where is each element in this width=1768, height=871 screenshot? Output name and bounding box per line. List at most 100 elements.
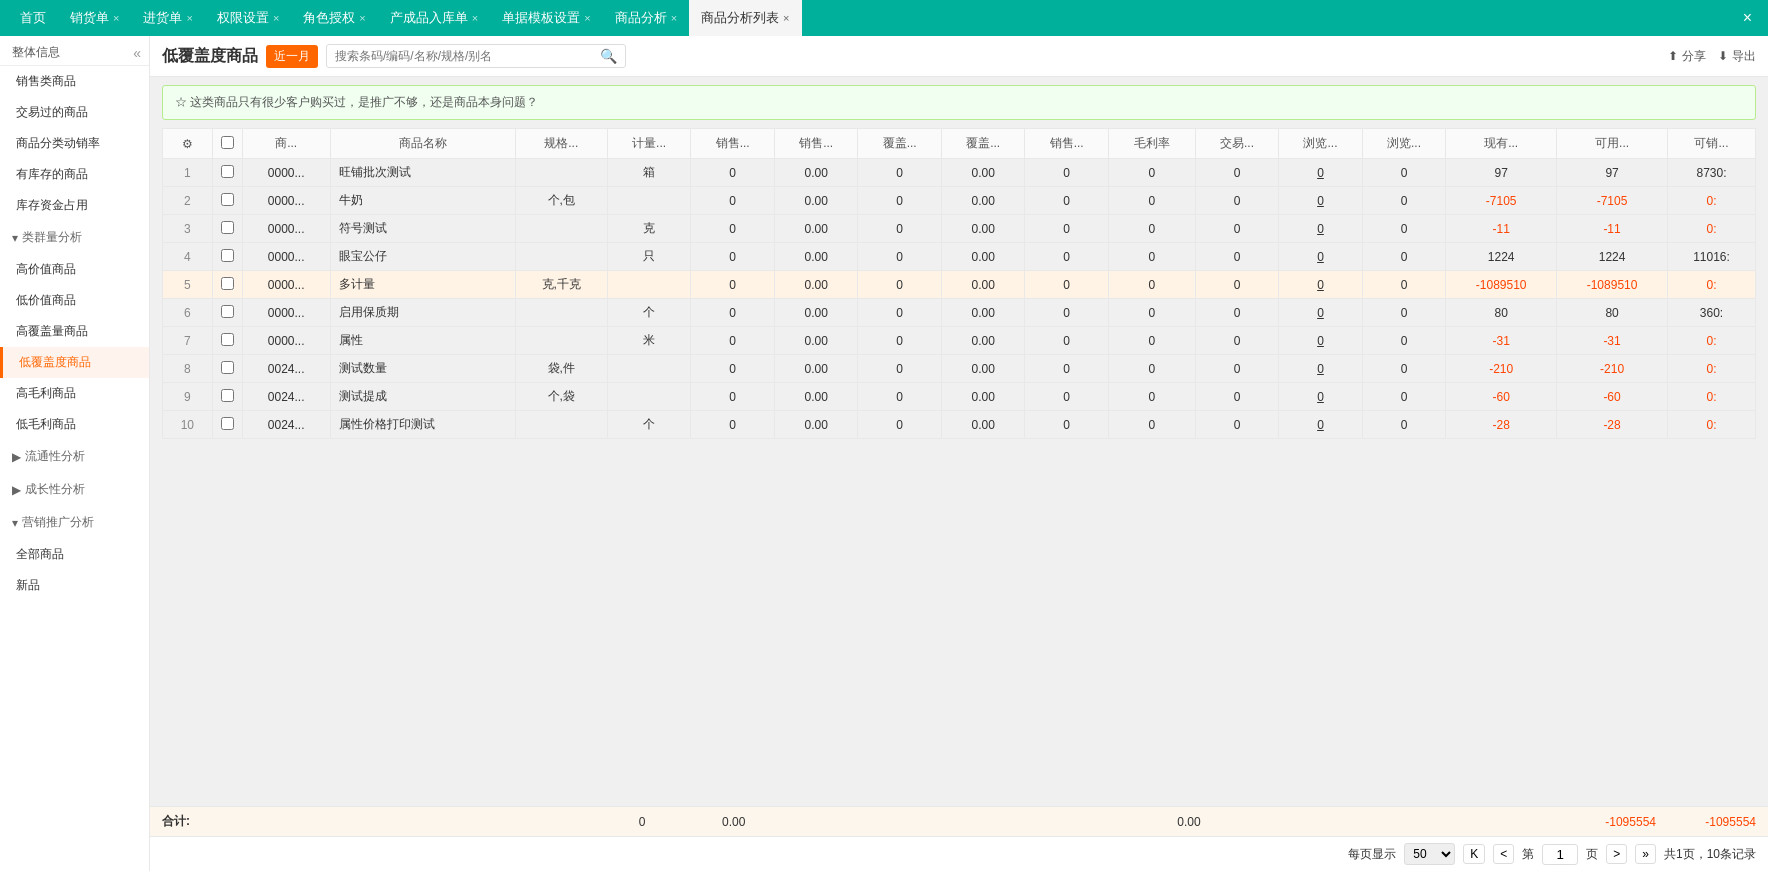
col-avail[interactable]: 可用...: [1557, 129, 1668, 159]
period-button[interactable]: 近一月: [266, 45, 318, 68]
row-select-checkbox[interactable]: [221, 305, 234, 318]
nav-close-permission[interactable]: ×: [273, 0, 279, 36]
nav-close-sales[interactable]: ×: [113, 0, 119, 36]
row-name[interactable]: 多计量: [330, 271, 515, 299]
row-browse1[interactable]: 0: [1279, 215, 1363, 243]
row-select-checkbox[interactable]: [221, 193, 234, 206]
row-select-checkbox[interactable]: [221, 165, 234, 178]
col-cover1[interactable]: 覆盖...: [858, 129, 942, 159]
row-select-checkbox[interactable]: [221, 221, 234, 234]
row-name[interactable]: 眼宝公仔: [330, 243, 515, 271]
nav-product-analysis[interactable]: 商品分析 ×: [603, 0, 689, 36]
row-select-checkbox[interactable]: [221, 361, 234, 374]
col-current[interactable]: 现有...: [1446, 129, 1557, 159]
row-select-checkbox[interactable]: [221, 249, 234, 262]
row-name[interactable]: 测试提成: [330, 383, 515, 411]
row-select-checkbox[interactable]: [221, 417, 234, 430]
row-checkbox[interactable]: [212, 327, 242, 355]
row-browse1[interactable]: 0: [1279, 411, 1363, 439]
sidebar-item-sales-goods[interactable]: 销售类商品: [0, 66, 149, 97]
sidebar-group-cluster[interactable]: ▾ 类群量分析: [0, 221, 149, 254]
col-cover2[interactable]: 覆盖...: [941, 129, 1025, 159]
row-checkbox[interactable]: [212, 215, 242, 243]
row-browse1[interactable]: 0: [1279, 271, 1363, 299]
row-checkbox[interactable]: [212, 271, 242, 299]
row-browse1[interactable]: 0: [1279, 299, 1363, 327]
nav-close-analysis[interactable]: ×: [671, 0, 677, 36]
current-page-input[interactable]: [1542, 844, 1578, 865]
nav-product-analysis-list[interactable]: 商品分析列表 ×: [689, 0, 801, 36]
row-checkbox[interactable]: [212, 299, 242, 327]
row-browse1[interactable]: 0: [1279, 187, 1363, 215]
sidebar-item-high-profit[interactable]: 高毛利商品: [0, 378, 149, 409]
row-checkbox[interactable]: [212, 355, 242, 383]
select-all-checkbox[interactable]: [221, 136, 234, 149]
row-name[interactable]: 符号测试: [330, 215, 515, 243]
sidebar-group-growth[interactable]: ▶ 成长性分析: [0, 473, 149, 506]
export-button[interactable]: ⬇ 导出: [1718, 48, 1756, 65]
nav-home[interactable]: 首页: [8, 0, 58, 36]
first-page-button[interactable]: K: [1463, 844, 1485, 864]
nav-close-template[interactable]: ×: [584, 0, 590, 36]
nav-close-purchase[interactable]: ×: [186, 0, 192, 36]
row-checkbox[interactable]: [212, 243, 242, 271]
col-sellable[interactable]: 可销...: [1667, 129, 1755, 159]
nav-role-auth[interactable]: 角色授权 ×: [291, 0, 377, 36]
close-all-button[interactable]: ×: [1735, 9, 1760, 27]
col-browse1[interactable]: 浏览...: [1279, 129, 1363, 159]
row-checkbox[interactable]: [212, 411, 242, 439]
row-checkbox[interactable]: [212, 383, 242, 411]
row-browse1[interactable]: 0: [1279, 159, 1363, 187]
col-sales2[interactable]: 销售...: [774, 129, 858, 159]
nav-template-settings[interactable]: 单据模板设置 ×: [490, 0, 602, 36]
sidebar-item-low-coverage[interactable]: 低覆盖度商品: [0, 347, 149, 378]
table-container[interactable]: ⚙ 商... 商品名称 规格... 计量... 销售... 销售... 覆盖..…: [150, 128, 1768, 806]
col-spec[interactable]: 规格...: [515, 129, 607, 159]
row-name[interactable]: 属性价格打印测试: [330, 411, 515, 439]
row-select-checkbox[interactable]: [221, 277, 234, 290]
sidebar-group-marketing[interactable]: ▾ 营销推广分析: [0, 506, 149, 539]
search-icon[interactable]: 🔍: [600, 48, 617, 64]
sidebar-item-high-value[interactable]: 高价值商品: [0, 254, 149, 285]
prev-page-button[interactable]: <: [1493, 844, 1514, 864]
row-browse1[interactable]: 0: [1279, 243, 1363, 271]
row-select-checkbox[interactable]: [221, 389, 234, 402]
col-browse2[interactable]: 浏览...: [1362, 129, 1446, 159]
search-input[interactable]: [335, 49, 600, 63]
next-page-button[interactable]: >: [1606, 844, 1627, 864]
nav-close-role[interactable]: ×: [359, 0, 365, 36]
col-unit[interactable]: 计量...: [607, 129, 691, 159]
row-name[interactable]: 属性: [330, 327, 515, 355]
settings-icon[interactable]: ⚙: [182, 137, 193, 151]
sidebar-item-traded-goods[interactable]: 交易过的商品: [0, 97, 149, 128]
row-browse1[interactable]: 0: [1279, 383, 1363, 411]
col-sales1[interactable]: 销售...: [691, 129, 775, 159]
sidebar-group-circulation[interactable]: ▶ 流通性分析: [0, 440, 149, 473]
sidebar-item-all-goods[interactable]: 全部商品: [0, 539, 149, 570]
nav-close-finished[interactable]: ×: [472, 0, 478, 36]
row-checkbox[interactable]: [212, 159, 242, 187]
col-gross[interactable]: 毛利率: [1108, 129, 1195, 159]
sidebar-item-in-stock[interactable]: 有库存的商品: [0, 159, 149, 190]
row-name[interactable]: 启用保质期: [330, 299, 515, 327]
row-browse1[interactable]: 0: [1279, 355, 1363, 383]
sidebar-item-category-sales-rate[interactable]: 商品分类动销率: [0, 128, 149, 159]
nav-sales-order[interactable]: 销货单 ×: [58, 0, 131, 36]
row-checkbox[interactable]: [212, 187, 242, 215]
nav-finished-goods[interactable]: 产成品入库单 ×: [378, 0, 490, 36]
row-name[interactable]: 牛奶: [330, 187, 515, 215]
sidebar-item-stock-capital[interactable]: 库存资金占用: [0, 190, 149, 221]
share-button[interactable]: ⬆ 分享: [1668, 48, 1706, 65]
sidebar-item-new-goods[interactable]: 新品: [0, 570, 149, 601]
col-name[interactable]: 商品名称: [330, 129, 515, 159]
col-settings[interactable]: ⚙: [163, 129, 213, 159]
page-size-select[interactable]: 50 100 200: [1404, 843, 1455, 865]
col-sales3[interactable]: 销售...: [1025, 129, 1109, 159]
row-browse1[interactable]: 0: [1279, 327, 1363, 355]
nav-permission[interactable]: 权限设置 ×: [205, 0, 291, 36]
row-select-checkbox[interactable]: [221, 333, 234, 346]
row-name[interactable]: 旺铺批次测试: [330, 159, 515, 187]
col-trans[interactable]: 交易...: [1195, 129, 1279, 159]
col-code[interactable]: 商...: [242, 129, 330, 159]
sidebar-item-low-value[interactable]: 低价值商品: [0, 285, 149, 316]
